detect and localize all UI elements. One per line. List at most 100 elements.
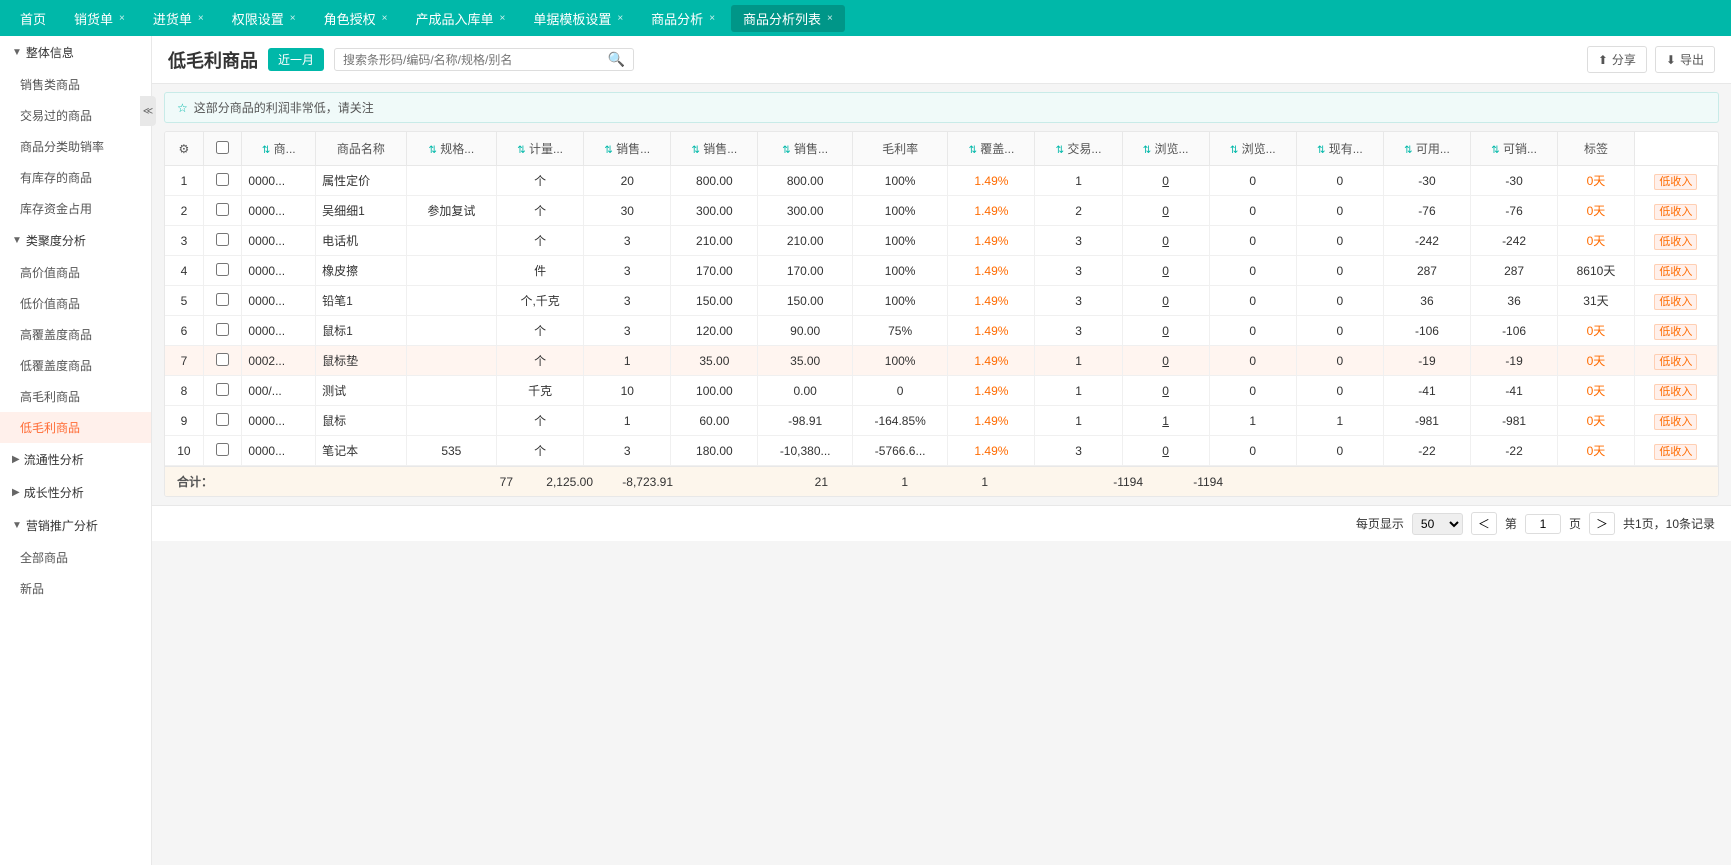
sidebar-item-traded-products[interactable]: 交易过的商品 — [0, 100, 151, 131]
page-header: 低毛利商品 近一月 🔍 ⬆ 分享 ⬇ 导出 — [152, 36, 1731, 84]
sidebar-group-flow[interactable]: ▶ 流通性分析 — [0, 443, 151, 476]
sidebar-item-low-margin[interactable]: 低毛利商品 — [0, 412, 151, 443]
sidebar-item-stock-capital[interactable]: 库存资金占用 — [0, 193, 151, 224]
nav-close-sales[interactable]: × — [119, 13, 125, 24]
sidebar-group-growth[interactable]: ▶ 成长性分析 — [0, 476, 151, 509]
time-filter-button[interactable]: 近一月 — [268, 48, 324, 71]
sidebar-group-marketing[interactable]: ▼ 营销推广分析 — [0, 509, 151, 542]
row-select-checkbox[interactable] — [216, 443, 229, 456]
row-select-checkbox[interactable] — [216, 293, 229, 306]
row-tx[interactable]: 1 — [1122, 406, 1209, 436]
row-tx[interactable]: 0 — [1122, 196, 1209, 226]
col-spec[interactable]: ⇅ 规格... — [406, 132, 496, 166]
page-size-select[interactable]: 50 100 — [1412, 513, 1463, 535]
row-select-checkbox[interactable] — [216, 353, 229, 366]
row-checkbox[interactable] — [203, 436, 242, 466]
search-icon[interactable]: 🔍 — [608, 51, 625, 68]
row-checkbox[interactable] — [203, 316, 242, 346]
nav-close-analysis[interactable]: × — [709, 13, 715, 24]
row-select-checkbox[interactable] — [216, 263, 229, 276]
sidebar-item-category-rate[interactable]: 商品分类助销率 — [0, 131, 151, 162]
row-qty: 3 — [584, 256, 671, 286]
col-settings[interactable]: ⚙ — [165, 132, 203, 166]
row-select-checkbox[interactable] — [216, 413, 229, 426]
col-code[interactable]: ⇅ 商... — [242, 132, 316, 166]
next-page-button[interactable]: ＞ — [1589, 512, 1615, 535]
row-tx[interactable]: 0 — [1122, 166, 1209, 196]
sidebar-item-high-coverage[interactable]: 高覆盖度商品 — [0, 319, 151, 350]
row-available: -981 — [1471, 406, 1558, 436]
col-stock[interactable]: ⇅ 现有... — [1296, 132, 1383, 166]
nav-template-settings[interactable]: 单据模板设置 × — [521, 5, 635, 32]
nav-sales-order[interactable]: 销货单 × — [62, 5, 137, 32]
sidebar-item-stocked-products[interactable]: 有库存的商品 — [0, 162, 151, 193]
row-amount: 120.00 — [671, 316, 758, 346]
row-checkbox[interactable] — [203, 286, 242, 316]
nav-auth-settings[interactable]: 权限设置 × — [220, 5, 308, 32]
sidebar-collapse-button[interactable]: ≪ — [140, 96, 156, 126]
nav-role-auth[interactable]: 角色授权 × — [312, 5, 400, 32]
sidebar-group-cluster[interactable]: ▼ 类聚度分析 — [0, 224, 151, 257]
row-tx[interactable]: 0 — [1122, 376, 1209, 406]
nav-product-entry[interactable]: 产成品入库单 × — [403, 5, 517, 32]
col-available[interactable]: ⇅ 可用... — [1383, 132, 1470, 166]
sidebar-item-low-coverage[interactable]: 低覆盖度商品 — [0, 350, 151, 381]
col-saleable[interactable]: ⇅ 可销... — [1471, 132, 1558, 166]
row-tx[interactable]: 0 — [1122, 316, 1209, 346]
nav-purchase-order[interactable]: 进货单 × — [141, 5, 216, 32]
col-tx[interactable]: ⇅ 交易... — [1035, 132, 1122, 166]
nav-home[interactable]: 首页 — [8, 5, 58, 32]
row-select-checkbox[interactable] — [216, 173, 229, 186]
col-amount[interactable]: ⇅ 销售... — [671, 132, 758, 166]
export-button[interactable]: ⬇ 导出 — [1655, 46, 1715, 73]
row-select-checkbox[interactable] — [216, 233, 229, 246]
row-tx[interactable]: 0 — [1122, 256, 1209, 286]
nav-close-role[interactable]: × — [382, 13, 388, 24]
col-checkbox[interactable] — [203, 132, 242, 166]
nav-product-analysis[interactable]: 商品分析 × — [639, 5, 727, 32]
row-checkbox[interactable] — [203, 346, 242, 376]
sidebar-group-overall[interactable]: ▼ 整体信息 — [0, 36, 151, 69]
sidebar-item-all-products[interactable]: 全部商品 — [0, 542, 151, 573]
row-checkbox[interactable] — [203, 166, 242, 196]
nav-product-analysis-list[interactable]: 商品分析列表 × — [731, 5, 845, 32]
row-select-checkbox[interactable] — [216, 383, 229, 396]
row-tx[interactable]: 0 — [1122, 226, 1209, 256]
nav-close-purchase[interactable]: × — [198, 13, 204, 24]
select-all-checkbox[interactable] — [216, 141, 229, 154]
row-select-checkbox[interactable] — [216, 203, 229, 216]
row-tx[interactable]: 0 — [1122, 286, 1209, 316]
row-gross: 100% — [852, 346, 947, 376]
row-checkbox[interactable] — [203, 196, 242, 226]
col-browse1[interactable]: ⇅ 浏览... — [1122, 132, 1209, 166]
sidebar-item-high-value[interactable]: 高价值商品 — [0, 257, 151, 288]
row-tx[interactable]: 0 — [1122, 436, 1209, 466]
nav-close-template[interactable]: × — [617, 13, 623, 24]
row-checkbox[interactable] — [203, 376, 242, 406]
row-checkbox[interactable] — [203, 256, 242, 286]
row-select-checkbox[interactable] — [216, 323, 229, 336]
nav-close-auth[interactable]: × — [290, 13, 296, 24]
col-unit[interactable]: ⇅ 计量... — [497, 132, 584, 166]
row-tx[interactable]: 0 — [1122, 346, 1209, 376]
sidebar-item-low-value[interactable]: 低价值商品 — [0, 288, 151, 319]
row-spec — [406, 406, 496, 436]
sidebar-item-new-products[interactable]: 新品 — [0, 573, 151, 604]
row-gross-rate: 1.49% — [948, 376, 1035, 406]
sidebar-item-sales-products[interactable]: 销售类商品 — [0, 69, 151, 100]
prev-page-button[interactable]: ＜ — [1471, 512, 1497, 535]
page-number-input[interactable] — [1525, 514, 1561, 534]
col-browse2[interactable]: ⇅ 浏览... — [1209, 132, 1296, 166]
row-qty: 3 — [584, 316, 671, 346]
col-coverage[interactable]: ⇅ 覆盖... — [948, 132, 1035, 166]
row-checkbox[interactable] — [203, 406, 242, 436]
row-tag: 低收入 — [1634, 346, 1717, 376]
col-qty[interactable]: ⇅ 销售... — [584, 132, 671, 166]
search-input[interactable] — [343, 53, 608, 67]
row-checkbox[interactable] — [203, 226, 242, 256]
col-sales[interactable]: ⇅ 销售... — [758, 132, 852, 166]
share-button[interactable]: ⬆ 分享 — [1587, 46, 1647, 73]
sidebar-item-high-margin[interactable]: 高毛利商品 — [0, 381, 151, 412]
nav-close-entry[interactable]: × — [499, 13, 505, 24]
nav-close-analysis-list[interactable]: × — [827, 13, 833, 24]
